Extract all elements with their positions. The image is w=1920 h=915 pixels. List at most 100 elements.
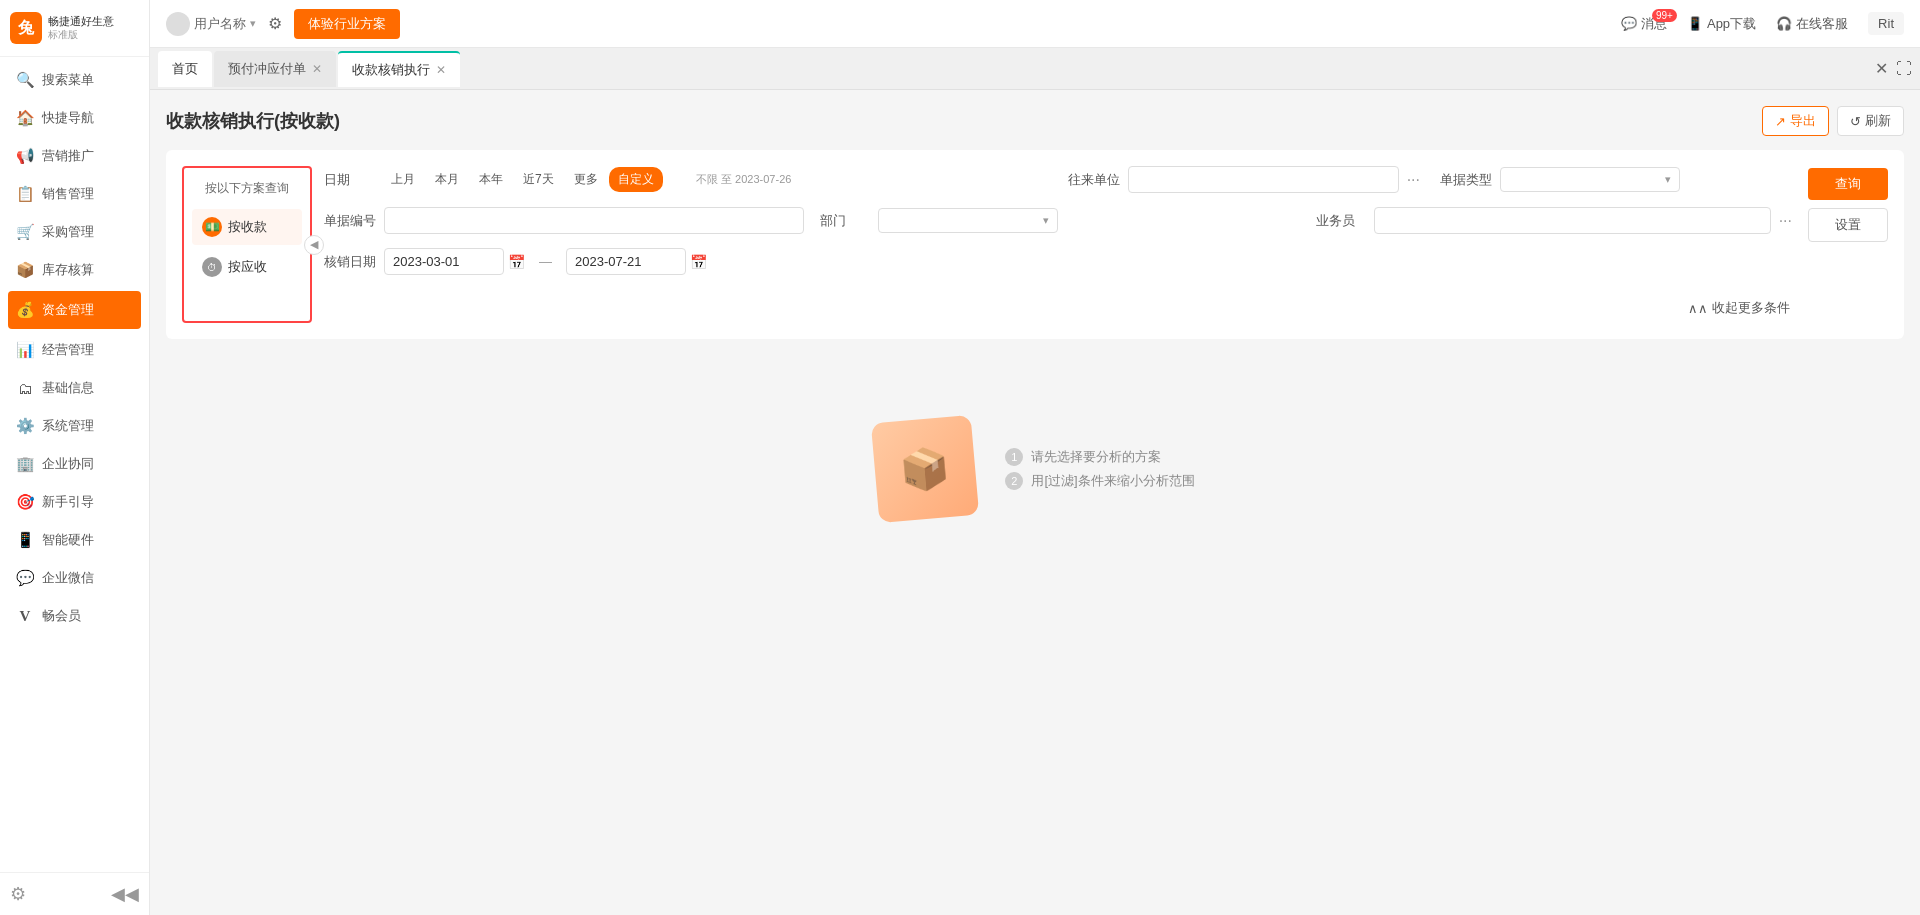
partner-label: 往来单位 [1068, 171, 1120, 189]
gear-icon[interactable]: ⚙ [268, 14, 282, 33]
sidebar-item-member[interactable]: V 畅会员 [0, 597, 149, 635]
date-range-hint: 不限 至 2023-07-26 [696, 172, 791, 187]
sidebar-item-label: 销售管理 [42, 185, 94, 203]
tab-collection[interactable]: 收款核销执行 ✕ [338, 51, 460, 87]
chevron-down-icon[interactable]: ▾ [250, 17, 256, 30]
calendar-end-icon[interactable]: 📅 [690, 254, 707, 270]
online-service-button[interactable]: 🎧 在线客服 [1776, 15, 1848, 33]
doc-number-label: 单据编号 [324, 212, 376, 230]
sidebar-item-marketing[interactable]: 📢 营销推广 [0, 137, 149, 175]
partner-field: 往来单位 ··· [1068, 166, 1424, 193]
purchase-icon: 🛒 [16, 223, 34, 241]
collection-icon: 💵 [202, 217, 222, 237]
close-window-icon[interactable]: ✕ [1875, 59, 1888, 78]
filter-option-by-collection-label: 按收款 [228, 218, 267, 236]
tab-prepay[interactable]: 预付冲应付单 ✕ [214, 51, 336, 87]
department-select[interactable]: ▾ [878, 208, 1058, 233]
department-field: 部门 ▾ [820, 208, 1300, 233]
sidebar-item-operations[interactable]: 📊 经营管理 [0, 331, 149, 369]
inventory-icon: 📦 [16, 261, 34, 279]
logo-text-group: 畅捷通好生意 标准版 [48, 14, 114, 42]
refresh-icon: ↺ [1850, 114, 1861, 129]
tab-collection-close[interactable]: ✕ [436, 63, 446, 77]
member-icon: V [16, 608, 34, 625]
form-action-buttons: 查询 设置 [1808, 166, 1888, 323]
refresh-button[interactable]: ↺ 刷新 [1837, 106, 1904, 136]
sidebar-item-enterprise[interactable]: 🏢 企业协同 [0, 445, 149, 483]
date-quick-buttons: 上月 本月 本年 近7天 更多 自定义 [382, 167, 663, 192]
tab-collection-label: 收款核销执行 [352, 61, 430, 79]
sidebar-item-label: 系统管理 [42, 417, 94, 435]
date-btn-more[interactable]: 更多 [565, 167, 607, 192]
sidebar-item-label: 企业协同 [42, 455, 94, 473]
filter-option-by-collection[interactable]: 💵 按收款 [192, 209, 302, 245]
guide-icon: 🎯 [16, 493, 34, 511]
message-button[interactable]: 💬 消息 99+ [1621, 15, 1667, 33]
empty-state: 📦 1 请先选择要分析的方案 2 用[过滤]条件来缩小分析范围 [166, 339, 1904, 599]
app-download-button[interactable]: 📱 App下载 [1687, 15, 1756, 33]
verify-date-start-input[interactable] [384, 248, 504, 275]
sidebar-collapse-icon[interactable]: ◀◀ [111, 883, 139, 905]
tab-prepay-close[interactable]: ✕ [312, 62, 322, 76]
topbar-right: 💬 消息 99+ 📱 App下载 🎧 在线客服 Rit [1621, 12, 1904, 35]
sidebar-item-purchase[interactable]: 🛒 采购管理 [0, 213, 149, 251]
sidebar-item-label: 快捷导航 [42, 109, 94, 127]
logo-icon: 兔 [10, 12, 42, 44]
filter-option-by-receivable[interactable]: ⏱ 按应收 [192, 249, 302, 285]
sidebar-item-weixin[interactable]: 💬 企业微信 [0, 559, 149, 597]
sidebar-nav: 🔍 搜索菜单 🏠 快捷导航 📢 营销推广 📋 销售管理 🛒 采购管理 📦 库存核… [0, 57, 149, 872]
collapse-left-icon: ◀ [310, 238, 318, 251]
message-icon: 💬 [1621, 16, 1637, 31]
tabbar-right: ✕ ⛶ [1875, 59, 1912, 78]
main-area: 用户名称 ▾ ⚙ 体验行业方案 💬 消息 99+ 📱 App下载 🎧 在线客服 … [150, 0, 1920, 915]
empty-hint-1: 1 请先选择要分析的方案 [1005, 448, 1194, 466]
collapse-row: ∧∧ 收起更多条件 [324, 289, 1796, 323]
sidebar-item-hardware[interactable]: 📱 智能硬件 [0, 521, 149, 559]
user-display-name: Rit [1868, 12, 1904, 35]
weixin-icon: 💬 [16, 569, 34, 587]
expand-window-icon[interactable]: ⛶ [1896, 60, 1912, 78]
filter-sidebar: 按以下方案查询 💵 按收款 ⏱ 按应收 ◀ [182, 166, 312, 323]
sidebar-item-quicknav[interactable]: 🏠 快捷导航 [0, 99, 149, 137]
sidebar-item-label: 营销推广 [42, 147, 94, 165]
solution-button[interactable]: 体验行业方案 [294, 9, 400, 39]
collapse-chevron-icon: ∧∧ [1688, 301, 1708, 316]
logo-sub: 标准版 [48, 28, 114, 42]
content-area: 收款核销执行(按收款) ↗ 导出 ↺ 刷新 按以下方案查询 💵 按收款 [150, 90, 1920, 915]
basic-icon: 🗂 [16, 380, 34, 397]
verify-date-start-group: 📅 [384, 248, 525, 275]
collapse-more-button[interactable]: ∧∧ 收起更多条件 [1682, 293, 1796, 323]
settings-button[interactable]: 设置 [1808, 208, 1888, 242]
date-btn-this-month[interactable]: 本月 [426, 167, 468, 192]
query-button[interactable]: 查询 [1808, 168, 1888, 200]
app-label: App下载 [1707, 15, 1756, 33]
hint-text-2: 用[过滤]条件来缩小分析范围 [1031, 472, 1194, 490]
partner-more-icon[interactable]: ··· [1403, 167, 1424, 193]
sidebar-item-search[interactable]: 🔍 搜索菜单 [0, 61, 149, 99]
sidebar-item-label: 资金管理 [42, 301, 94, 319]
date-btn-custom[interactable]: 自定义 [609, 167, 663, 192]
filter-option-by-receivable-label: 按应收 [228, 258, 267, 276]
filter-row-1: 日期 上月 本月 本年 近7天 更多 自定义 [324, 166, 1796, 193]
sidebar-item-inventory[interactable]: 📦 库存核算 [0, 251, 149, 289]
salesperson-input[interactable] [1374, 207, 1771, 234]
filter-collapse-button[interactable]: ◀ [304, 235, 324, 255]
verify-date-end-input[interactable] [566, 248, 686, 275]
partner-input[interactable] [1128, 166, 1399, 193]
export-button[interactable]: ↗ 导出 [1762, 106, 1829, 136]
sidebar-item-basic[interactable]: 🗂 基础信息 [0, 369, 149, 407]
sidebar-item-sales[interactable]: 📋 销售管理 [0, 175, 149, 213]
date-btn-7days[interactable]: 近7天 [514, 167, 563, 192]
sidebar-item-finance[interactable]: 💰 资金管理 [8, 291, 141, 329]
tab-home[interactable]: 首页 [158, 51, 212, 87]
sidebar-item-system[interactable]: ⚙️ 系统管理 [0, 407, 149, 445]
date-btn-this-year[interactable]: 本年 [470, 167, 512, 192]
doc-number-input[interactable] [384, 207, 804, 234]
date-btn-last-month[interactable]: 上月 [382, 167, 424, 192]
sidebar-settings-icon[interactable]: ⚙ [10, 883, 26, 905]
sidebar-item-guide[interactable]: 🎯 新手引导 [0, 483, 149, 521]
doc-number-field: 单据编号 [324, 207, 804, 234]
doc-type-select[interactable]: ▾ [1500, 167, 1680, 192]
salesperson-more-icon[interactable]: ··· [1775, 208, 1796, 234]
calendar-start-icon[interactable]: 📅 [508, 254, 525, 270]
